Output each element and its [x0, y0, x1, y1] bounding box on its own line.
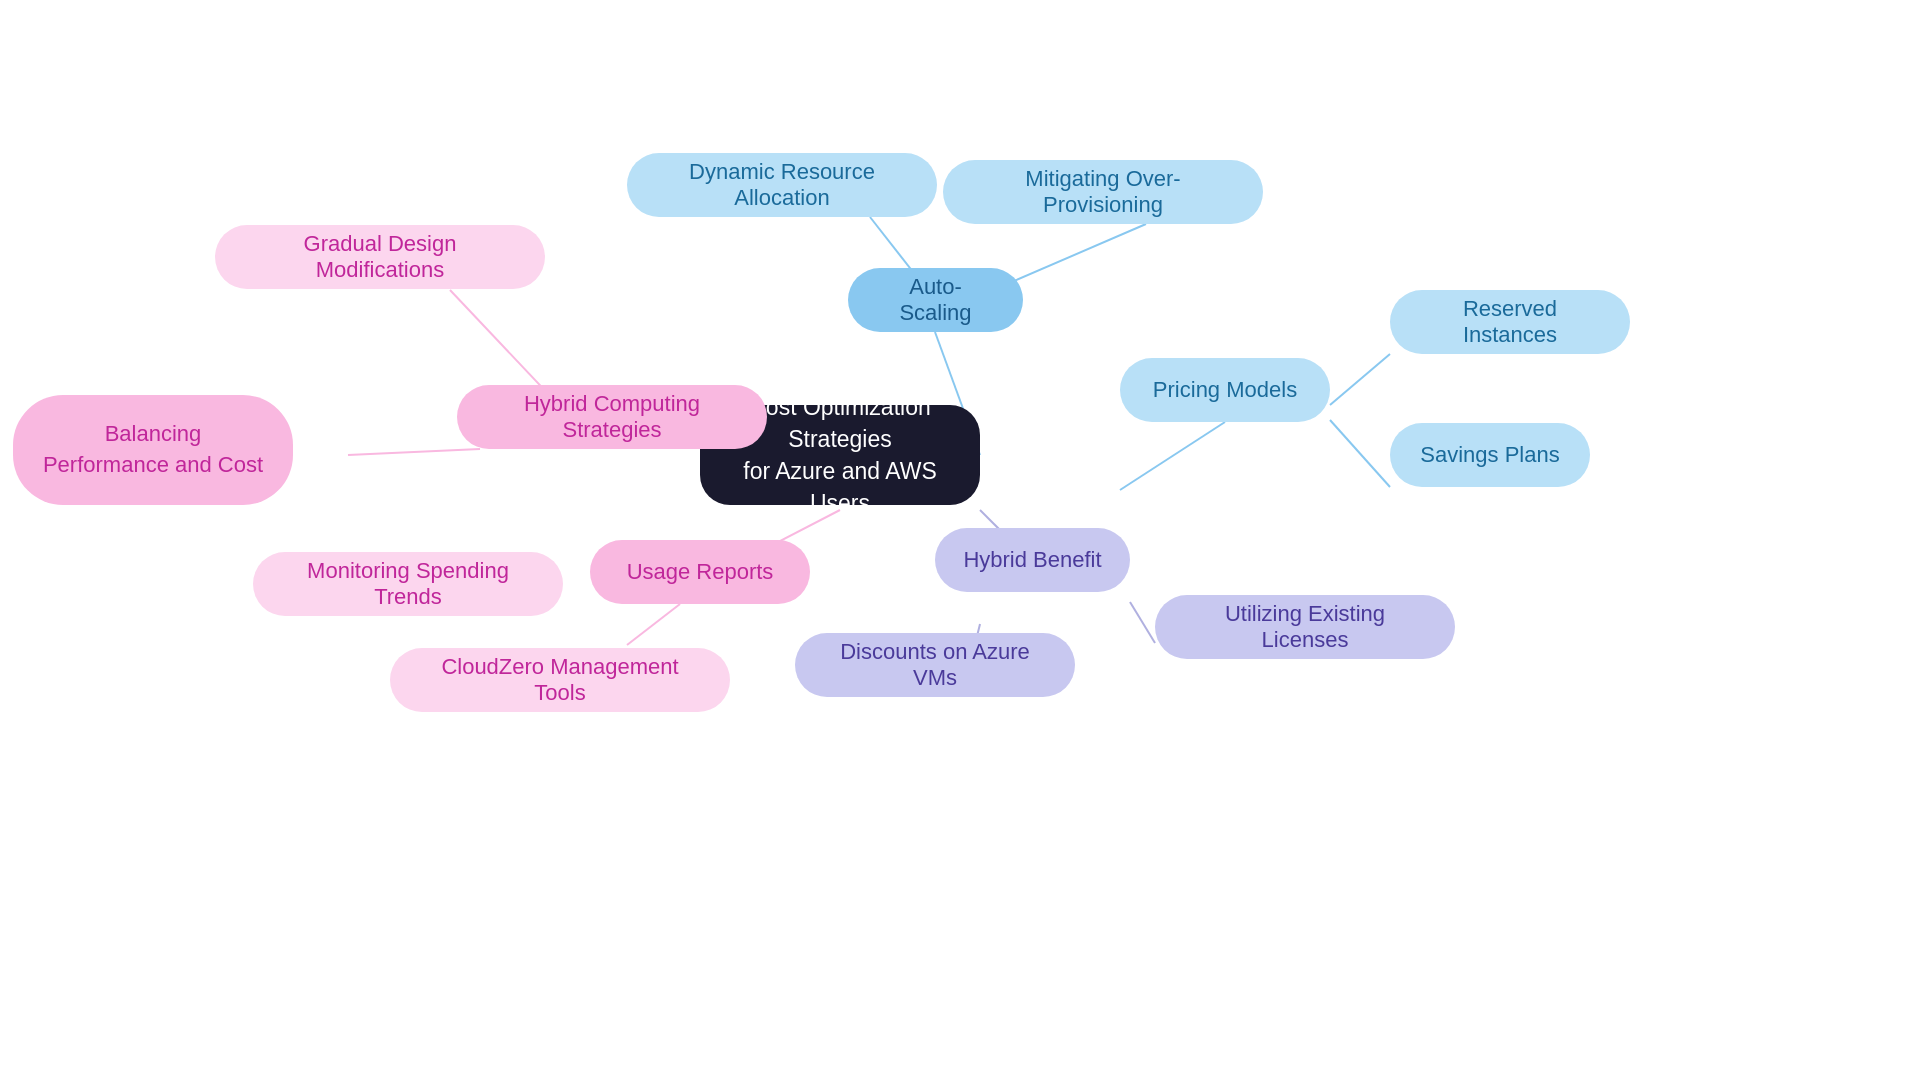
- savings-plans-label: Savings Plans: [1420, 442, 1559, 468]
- mitigating-label: Mitigating Over-Provisioning: [971, 166, 1235, 218]
- svg-line-5: [1330, 420, 1390, 487]
- mitigating-node: Mitigating Over-Provisioning: [943, 160, 1263, 224]
- svg-line-8: [1130, 602, 1155, 643]
- svg-line-4: [1330, 354, 1390, 405]
- cloudzero-label: CloudZero Management Tools: [418, 654, 702, 706]
- usage-reports-label: Usage Reports: [627, 559, 774, 585]
- savings-plans-node: Savings Plans: [1390, 423, 1590, 487]
- svg-line-3: [1120, 422, 1225, 490]
- usage-reports-node: Usage Reports: [590, 540, 810, 604]
- monitoring-spending-node: Monitoring Spending Trends: [253, 552, 563, 616]
- balancing-perf-label: Balancing Performance and Cost: [41, 419, 265, 481]
- discounts-azure-node: Discounts on Azure VMs: [795, 633, 1075, 697]
- auto-scaling-label: Auto-Scaling: [876, 274, 995, 326]
- dynamic-resource-label: Dynamic Resource Allocation: [655, 159, 909, 211]
- reserved-instances-label: Reserved Instances: [1418, 296, 1602, 348]
- cloudzero-node: CloudZero Management Tools: [390, 648, 730, 712]
- discounts-azure-label: Discounts on Azure VMs: [823, 639, 1047, 691]
- auto-scaling-node: Auto-Scaling: [848, 268, 1023, 332]
- svg-line-14: [627, 604, 680, 645]
- gradual-design-node: Gradual Design Modifications: [215, 225, 545, 289]
- hybrid-computing-node: Hybrid Computing Strategies: [457, 385, 767, 449]
- pricing-models-label: Pricing Models: [1153, 377, 1297, 403]
- utilizing-licenses-label: Utilizing Existing Licenses: [1183, 601, 1427, 653]
- utilizing-licenses-node: Utilizing Existing Licenses: [1155, 595, 1455, 659]
- hybrid-benefit-node: Hybrid Benefit: [935, 528, 1130, 592]
- svg-line-10: [348, 449, 480, 455]
- gradual-design-label: Gradual Design Modifications: [243, 231, 517, 283]
- hybrid-computing-label: Hybrid Computing Strategies: [485, 391, 739, 443]
- monitoring-spending-label: Monitoring Spending Trends: [281, 558, 535, 610]
- balancing-perf-node: Balancing Performance and Cost: [13, 395, 293, 505]
- dynamic-resource-node: Dynamic Resource Allocation: [627, 153, 937, 217]
- pricing-models-node: Pricing Models: [1120, 358, 1330, 422]
- hybrid-benefit-label: Hybrid Benefit: [963, 547, 1101, 573]
- reserved-instances-node: Reserved Instances: [1390, 290, 1630, 354]
